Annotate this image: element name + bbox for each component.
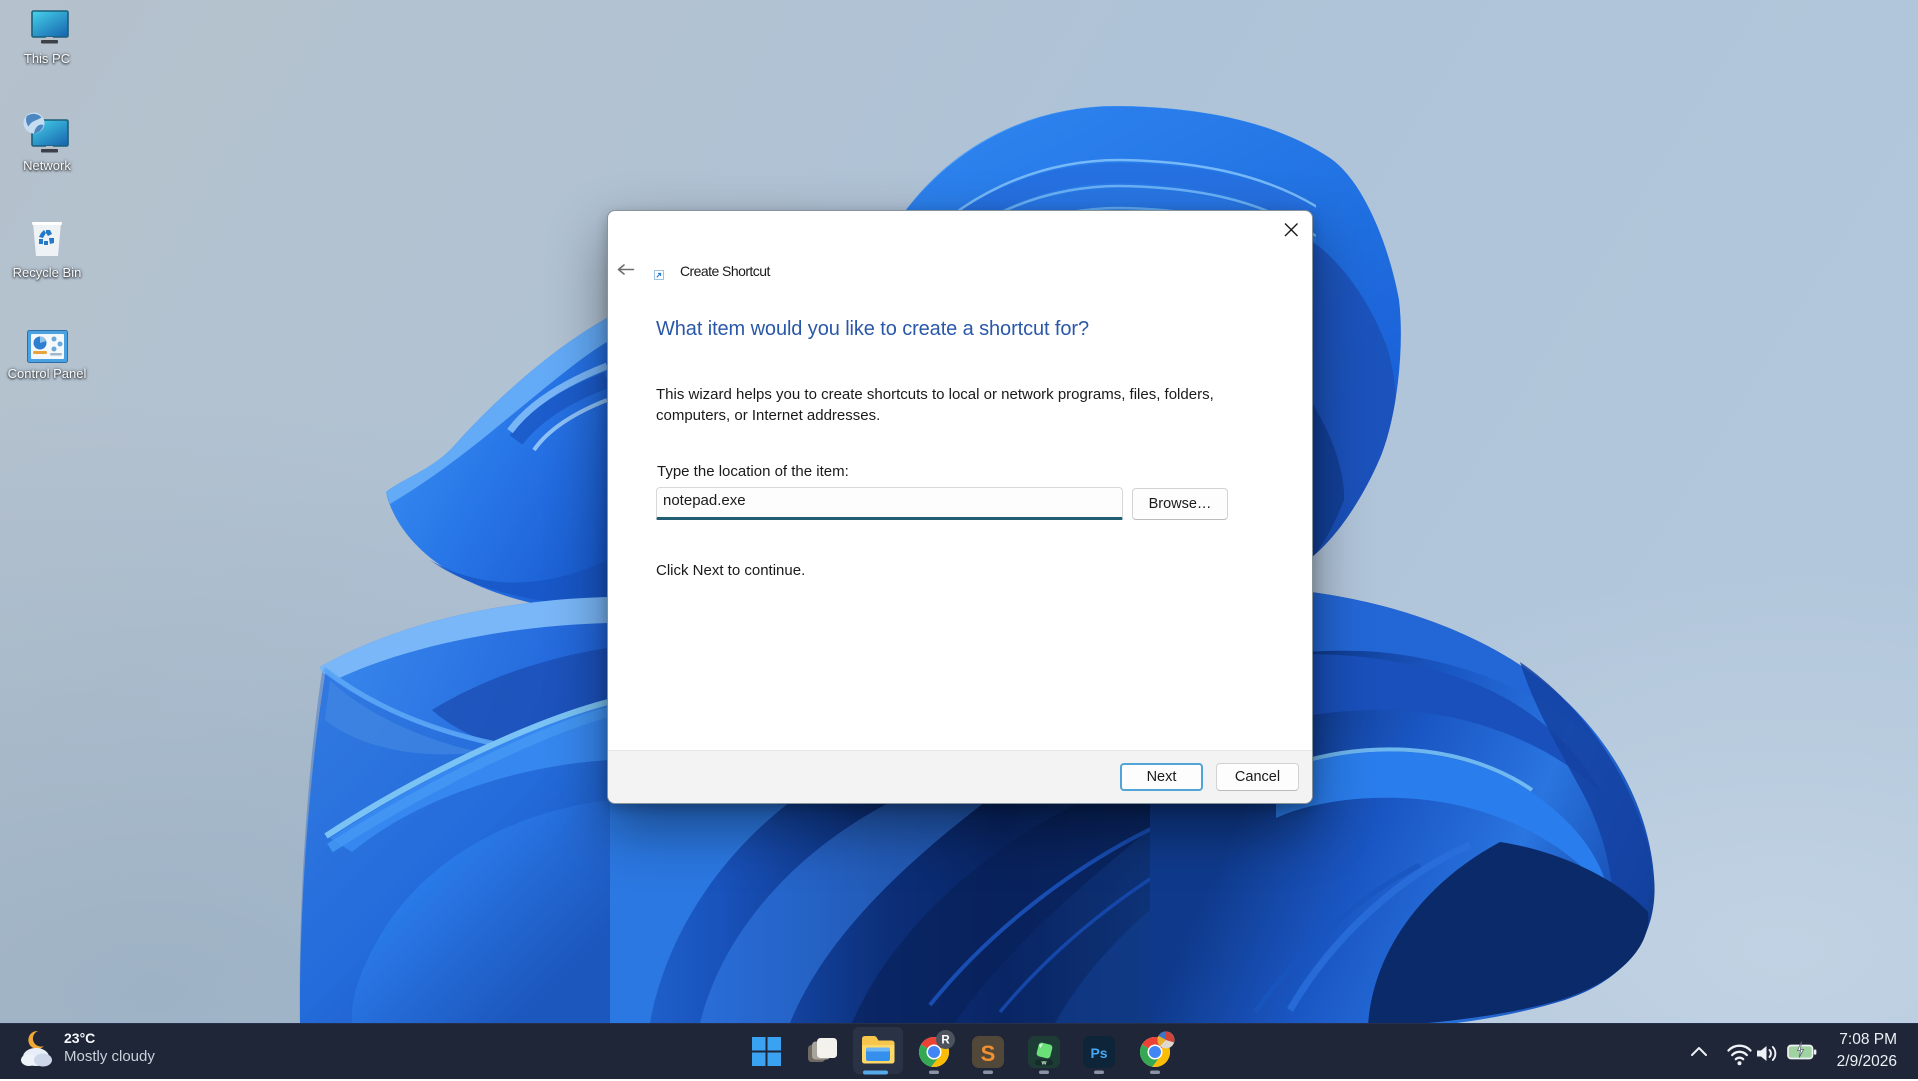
svg-text:w: w [1040, 1059, 1047, 1066]
svg-text:R: R [941, 1035, 950, 1047]
svg-text:Ps: Ps [1090, 1045, 1107, 1061]
svg-text:S: S [981, 1041, 996, 1066]
